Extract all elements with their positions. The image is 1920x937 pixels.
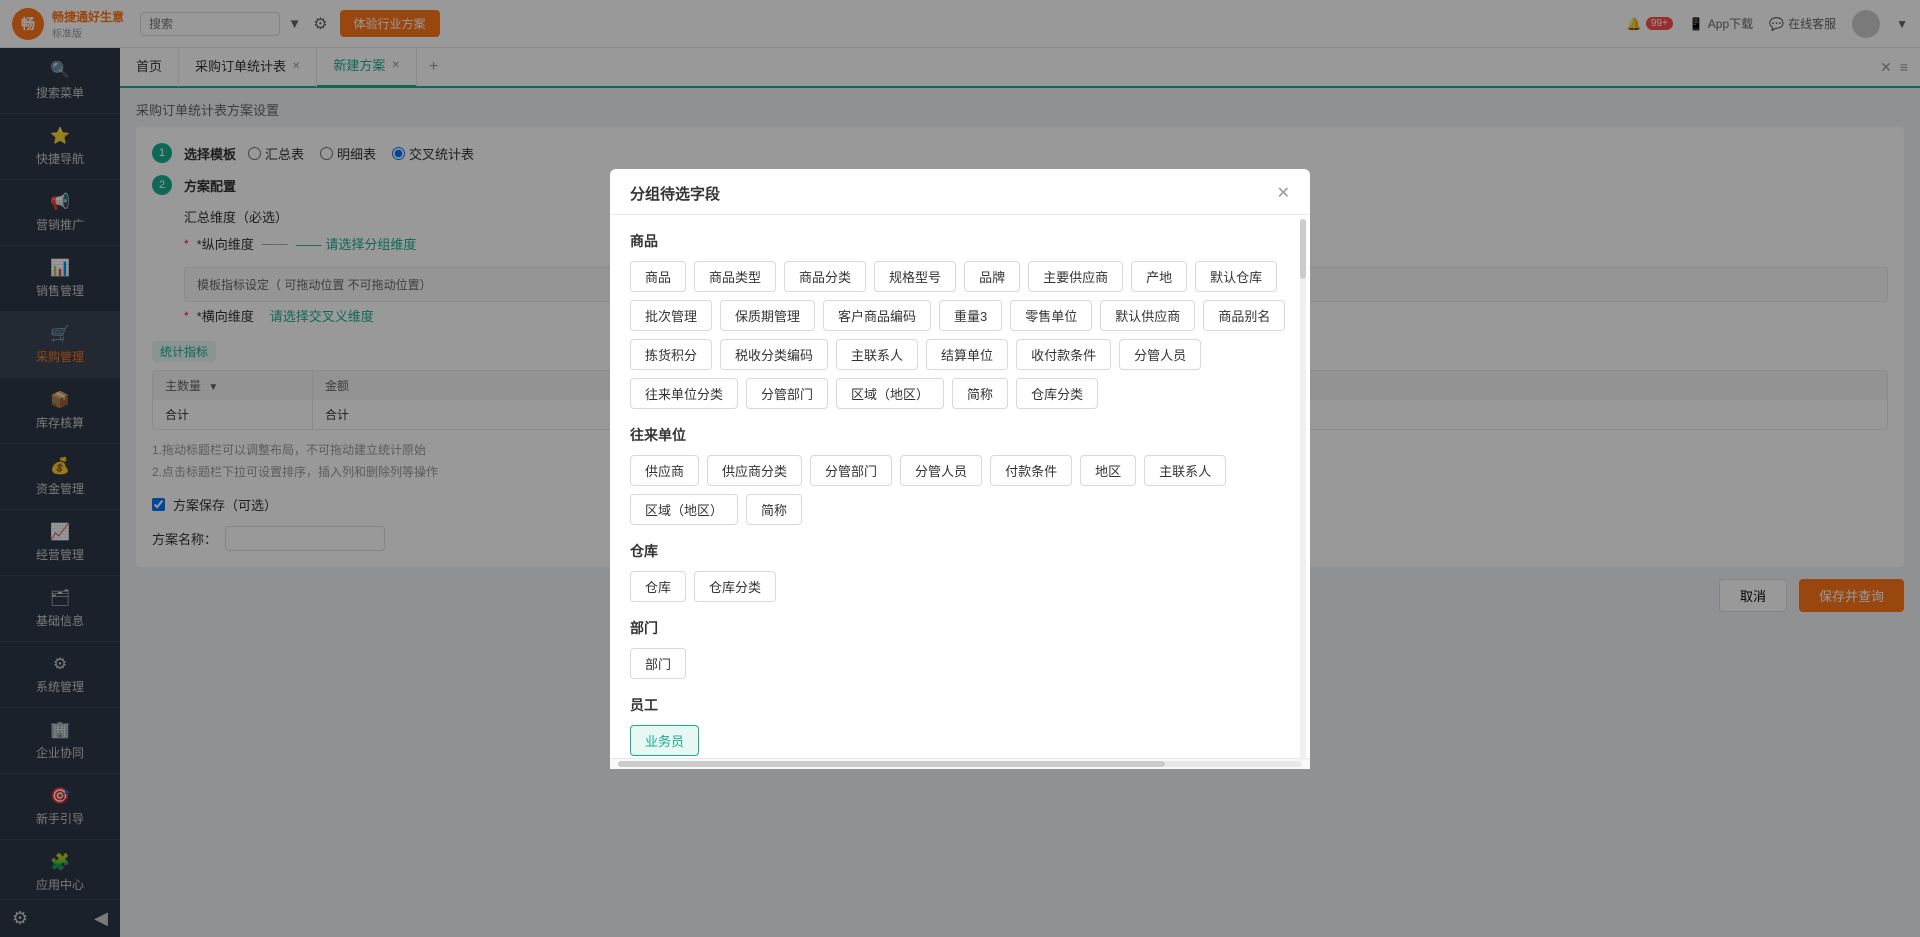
modal: 分组待选字段 ✕ 商品商品商品类型商品分类规格型号品牌主要供应商产地默认仓库批次… (610, 169, 1310, 769)
field-chip-3-0[interactable]: 部门 (630, 648, 686, 679)
modal-section-4: 员工业务员 (630, 695, 1290, 756)
field-chip-1-1[interactable]: 供应商分类 (707, 455, 802, 486)
field-chip-0-10[interactable]: 客户商品编码 (823, 300, 931, 331)
modal-footer-scrollbar (610, 758, 1310, 768)
vertical-scrollbar-thumb[interactable] (1300, 219, 1306, 279)
field-grid-2: 仓库仓库分类 (630, 571, 1290, 602)
field-grid-4: 业务员 (630, 725, 1290, 756)
field-chip-1-6[interactable]: 主联系人 (1144, 455, 1226, 486)
field-chip-0-9[interactable]: 保质期管理 (720, 300, 815, 331)
modal-overlay: 分组待选字段 ✕ 商品商品商品类型商品分类规格型号品牌主要供应商产地默认仓库批次… (0, 0, 1920, 937)
field-chip-0-7[interactable]: 默认仓库 (1195, 261, 1277, 292)
field-chip-0-0[interactable]: 商品 (630, 261, 686, 292)
field-chip-0-6[interactable]: 产地 (1131, 261, 1187, 292)
modal-body[interactable]: 商品商品商品类型商品分类规格型号品牌主要供应商产地默认仓库批次管理保质期管理客户… (610, 215, 1310, 759)
modal-section-title-1: 往来单位 (630, 425, 1290, 445)
modal-section-title-3: 部门 (630, 618, 1290, 638)
field-chip-0-25[interactable]: 仓库分类 (1016, 378, 1098, 409)
field-chip-0-14[interactable]: 商品别名 (1203, 300, 1285, 331)
modal-close-button[interactable]: ✕ (1277, 183, 1290, 203)
field-chip-0-22[interactable]: 分管部门 (746, 378, 828, 409)
field-chip-0-8[interactable]: 批次管理 (630, 300, 712, 331)
field-chip-0-3[interactable]: 规格型号 (874, 261, 956, 292)
field-chip-1-8[interactable]: 简称 (746, 494, 802, 525)
modal-section-title-2: 仓库 (630, 541, 1290, 561)
field-chip-0-24[interactable]: 简称 (952, 378, 1008, 409)
field-chip-0-23[interactable]: 区域（地区） (836, 378, 944, 409)
field-chip-0-5[interactable]: 主要供应商 (1028, 261, 1123, 292)
field-grid-3: 部门 (630, 648, 1290, 679)
field-chip-0-18[interactable]: 结算单位 (926, 339, 1008, 370)
modal-section-0: 商品商品商品类型商品分类规格型号品牌主要供应商产地默认仓库批次管理保质期管理客户… (630, 231, 1290, 409)
field-chip-0-13[interactable]: 默认供应商 (1100, 300, 1195, 331)
field-chip-0-11[interactable]: 重量3 (939, 300, 1002, 331)
field-chip-2-1[interactable]: 仓库分类 (694, 571, 776, 602)
field-chip-1-5[interactable]: 地区 (1080, 455, 1136, 486)
field-chip-1-0[interactable]: 供应商 (630, 455, 699, 486)
field-chip-0-16[interactable]: 税收分类编码 (720, 339, 828, 370)
modal-section-title-4: 员工 (630, 695, 1290, 715)
field-chip-0-21[interactable]: 往来单位分类 (630, 378, 738, 409)
field-chip-2-0[interactable]: 仓库 (630, 571, 686, 602)
modal-section-3: 部门部门 (630, 618, 1290, 679)
field-chip-0-4[interactable]: 品牌 (964, 261, 1020, 292)
modal-section-2: 仓库仓库仓库分类 (630, 541, 1290, 602)
field-grid-0: 商品商品类型商品分类规格型号品牌主要供应商产地默认仓库批次管理保质期管理客户商品… (630, 261, 1290, 409)
vertical-scrollbar-track (1300, 219, 1306, 761)
field-chip-0-19[interactable]: 收付款条件 (1016, 339, 1111, 370)
modal-section-title-0: 商品 (630, 231, 1290, 251)
field-chip-0-12[interactable]: 零售单位 (1010, 300, 1092, 331)
modal-section-1: 往来单位供应商供应商分类分管部门分管人员付款条件地区主联系人区域（地区） 简称 (630, 425, 1290, 525)
modal-title: 分组待选字段 (630, 183, 720, 204)
modal-header: 分组待选字段 ✕ (610, 169, 1310, 215)
field-chip-0-20[interactable]: 分管人员 (1119, 339, 1201, 370)
field-chip-0-1[interactable]: 商品类型 (694, 261, 776, 292)
scrollbar-thumb (618, 761, 1165, 767)
field-chip-0-15[interactable]: 拣货积分 (630, 339, 712, 370)
field-chip-1-3[interactable]: 分管人员 (900, 455, 982, 486)
field-chip-1-4[interactable]: 付款条件 (990, 455, 1072, 486)
horizontal-scrollbar[interactable] (618, 761, 1302, 767)
field-chip-1-2[interactable]: 分管部门 (810, 455, 892, 486)
field-chip-0-17[interactable]: 主联系人 (836, 339, 918, 370)
field-chip-0-2[interactable]: 商品分类 (784, 261, 866, 292)
field-grid-1: 供应商供应商分类分管部门分管人员付款条件地区主联系人区域（地区） 简称 (630, 455, 1290, 525)
field-chip-1-7[interactable]: 区域（地区） (630, 494, 738, 525)
field-chip-4-0[interactable]: 业务员 (630, 725, 699, 756)
